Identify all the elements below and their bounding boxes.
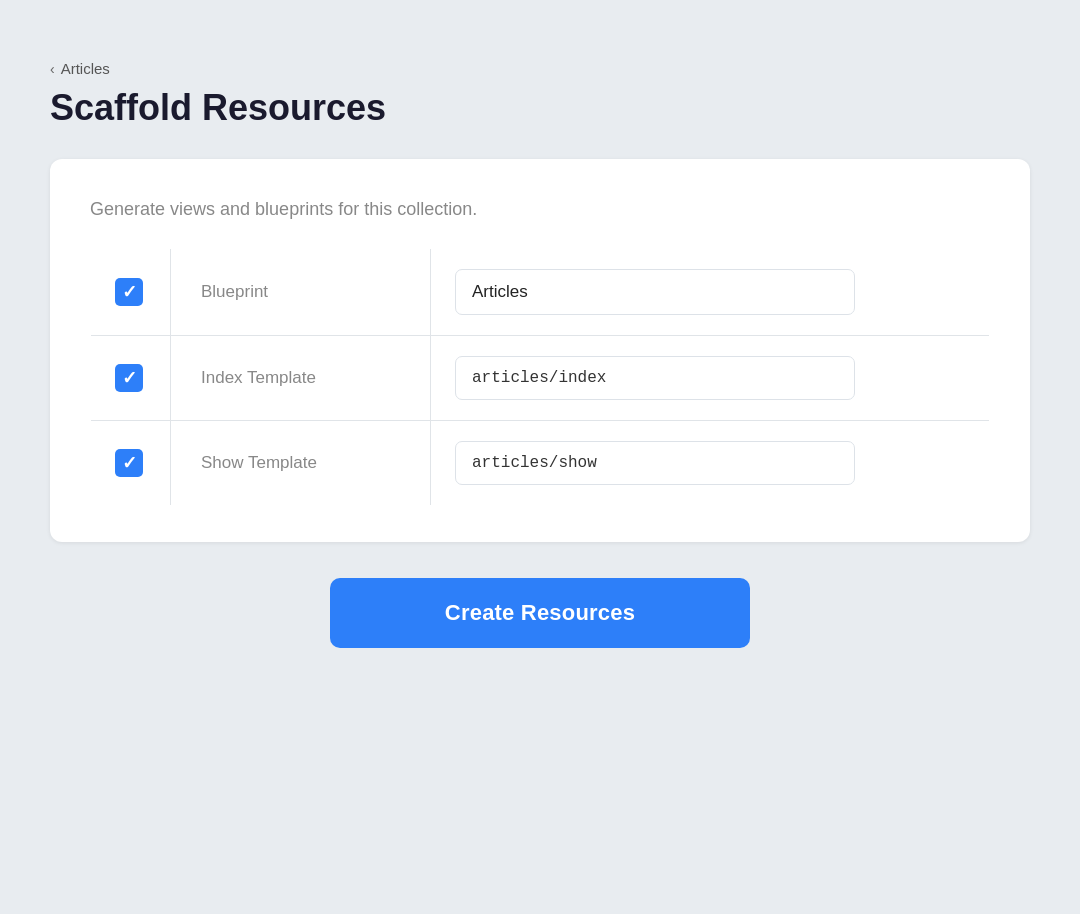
show-template-checkbox[interactable]: ✓ bbox=[115, 449, 143, 477]
breadcrumb[interactable]: ‹ Articles bbox=[50, 60, 1030, 77]
blueprint-label: Blueprint bbox=[171, 249, 431, 336]
table-row: ✓ Index Template bbox=[91, 336, 990, 421]
create-resources-button[interactable]: Create Resources bbox=[330, 578, 750, 648]
card-description: Generate views and blueprints for this c… bbox=[90, 199, 990, 220]
show-template-checkbox-cell: ✓ bbox=[91, 421, 171, 506]
show-template-input[interactable] bbox=[455, 441, 855, 485]
page-container: ‹ Articles Scaffold Resources Generate v… bbox=[50, 60, 1030, 648]
index-template-input-cell bbox=[431, 336, 990, 421]
table-row: ✓ Blueprint bbox=[91, 249, 990, 336]
index-template-label: Index Template bbox=[171, 336, 431, 421]
show-template-label: Show Template bbox=[171, 421, 431, 506]
back-icon: ‹ bbox=[50, 61, 55, 77]
table-row: ✓ Show Template bbox=[91, 421, 990, 506]
blueprint-checkbox[interactable]: ✓ bbox=[115, 278, 143, 306]
checkmark-icon: ✓ bbox=[122, 369, 137, 387]
show-template-input-cell bbox=[431, 421, 990, 506]
blueprint-input-cell bbox=[431, 249, 990, 336]
index-template-checkbox[interactable]: ✓ bbox=[115, 364, 143, 392]
checkmark-icon: ✓ bbox=[122, 454, 137, 472]
index-template-input[interactable] bbox=[455, 356, 855, 400]
page-title: Scaffold Resources bbox=[50, 87, 1030, 129]
resources-table: ✓ Blueprint ✓ Index Template bbox=[90, 248, 990, 506]
blueprint-checkbox-cell: ✓ bbox=[91, 249, 171, 336]
checkmark-icon: ✓ bbox=[122, 283, 137, 301]
blueprint-input[interactable] bbox=[455, 269, 855, 315]
breadcrumb-label: Articles bbox=[61, 60, 110, 77]
index-template-checkbox-cell: ✓ bbox=[91, 336, 171, 421]
card: Generate views and blueprints for this c… bbox=[50, 159, 1030, 542]
